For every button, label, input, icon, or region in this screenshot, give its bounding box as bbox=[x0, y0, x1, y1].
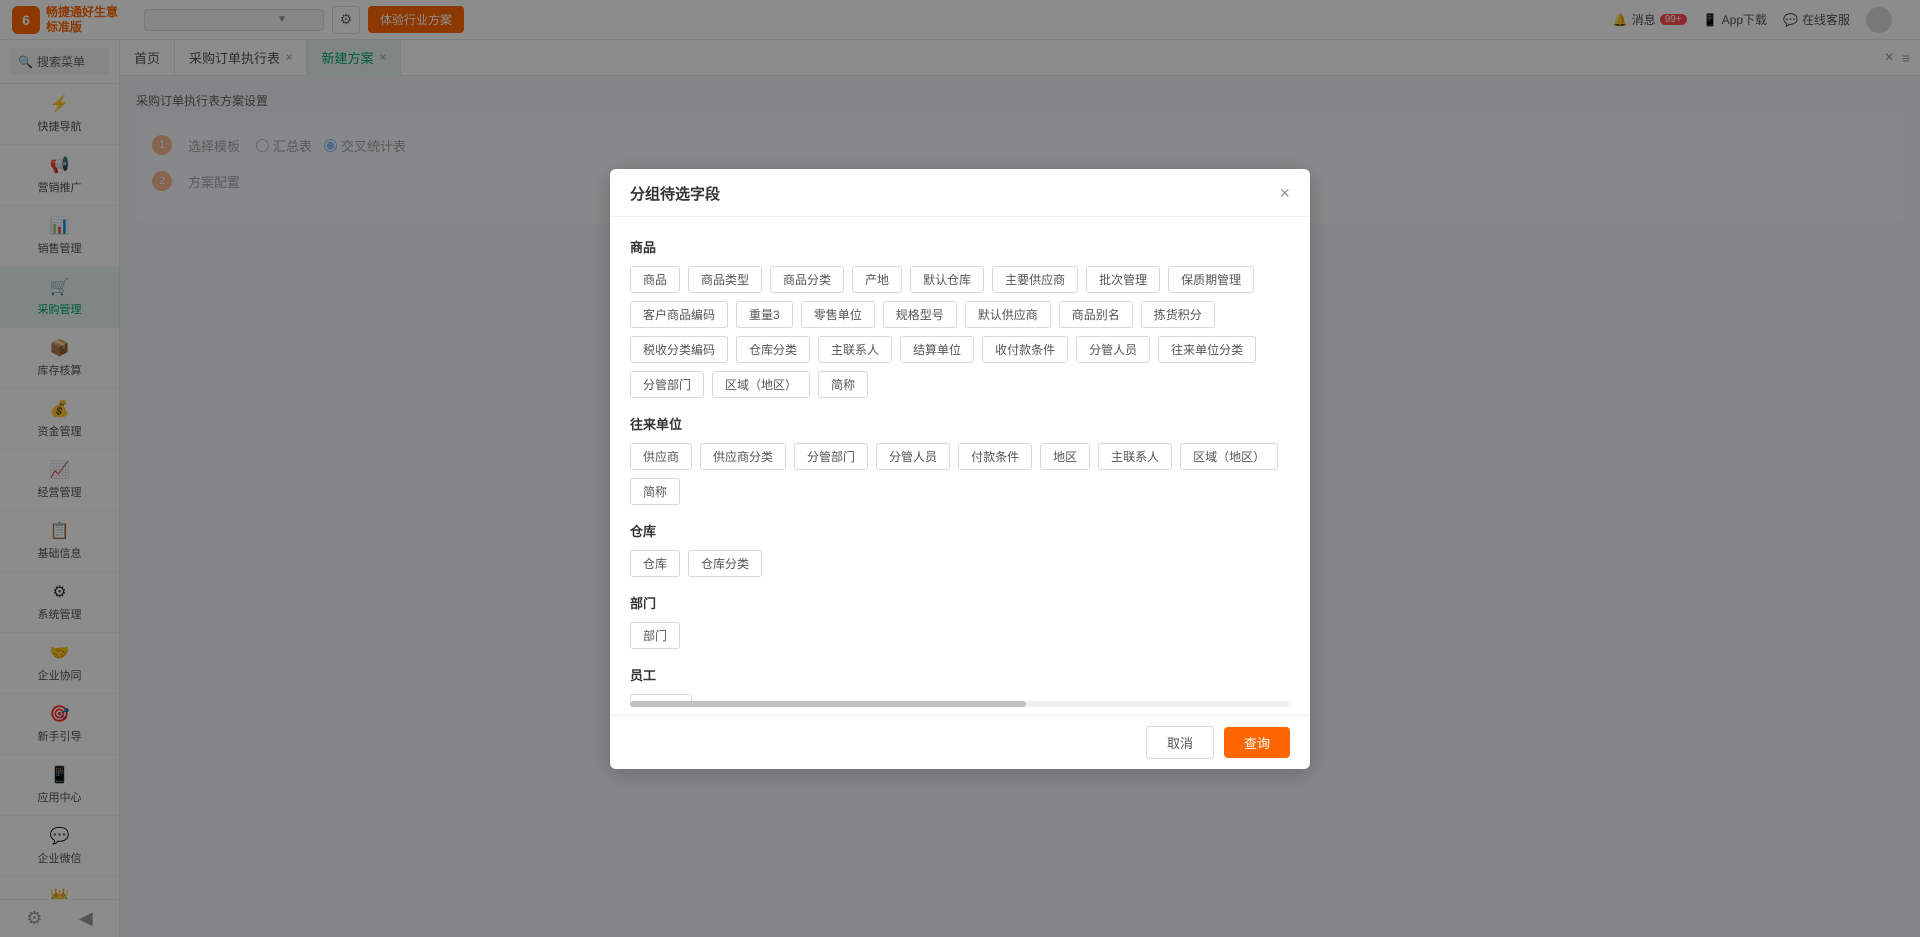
tag-item[interactable]: 客户商品编码 bbox=[630, 301, 728, 328]
modal-body: 商品 商品商品类型商品分类产地默认仓库主要供应商批次管理保质期管理客户商品编码重… bbox=[610, 217, 1310, 701]
tag-item[interactable]: 地区 bbox=[1040, 443, 1090, 470]
confirm-button[interactable]: 查询 bbox=[1224, 727, 1290, 758]
tag-item[interactable]: 简称 bbox=[818, 371, 868, 398]
tag-item[interactable]: 简称 bbox=[630, 478, 680, 505]
tag-item[interactable]: 区域（地区） bbox=[1180, 443, 1278, 470]
tag-item[interactable]: 默认供应商 bbox=[965, 301, 1051, 328]
modal-hscrollbar-thumb bbox=[630, 701, 1026, 707]
tag-item[interactable]: 仓库分类 bbox=[688, 550, 762, 577]
tag-item[interactable]: 保质期管理 bbox=[1168, 266, 1254, 293]
tag-item[interactable]: 批次管理 bbox=[1086, 266, 1160, 293]
modal-hscrollbar[interactable] bbox=[630, 701, 1290, 707]
tag-item[interactable]: 区域（地区） bbox=[712, 371, 810, 398]
section-title-partner: 往来单位 bbox=[630, 414, 1290, 433]
tag-item[interactable]: 商品 bbox=[630, 266, 680, 293]
tag-group-goods: 商品商品类型商品分类产地默认仓库主要供应商批次管理保质期管理客户商品编码重量3 零… bbox=[630, 266, 1290, 398]
tag-item[interactable]: 税收分类编码 bbox=[630, 336, 728, 363]
tag-item[interactable]: 结算单位 bbox=[900, 336, 974, 363]
tag-group-partner: 供应商供应商分类分管部门分管人员付款条件地区主联系人区域（地区） 简称 bbox=[630, 443, 1290, 505]
tag-item[interactable]: 部门 bbox=[630, 622, 680, 649]
tag-item[interactable]: 商品别名 bbox=[1059, 301, 1133, 328]
tag-item[interactable]: 分管部门 bbox=[630, 371, 704, 398]
tag-item[interactable]: 收付款条件 bbox=[982, 336, 1068, 363]
tag-item[interactable]: 分管人员 bbox=[1076, 336, 1150, 363]
modal-header: 分组待选字段 × bbox=[610, 169, 1310, 217]
tag-item[interactable]: 供应商 bbox=[630, 443, 692, 470]
tag-item[interactable]: 主联系人 bbox=[1098, 443, 1172, 470]
tag-item[interactable]: 拣货积分 bbox=[1141, 301, 1215, 328]
tag-item[interactable]: 默认仓库 bbox=[910, 266, 984, 293]
tag-item[interactable]: 仓库分类 bbox=[736, 336, 810, 363]
tag-item[interactable]: 付款条件 bbox=[958, 443, 1032, 470]
cancel-button[interactable]: 取消 bbox=[1146, 726, 1214, 759]
tag-item[interactable]: 往来单位分类 bbox=[1158, 336, 1256, 363]
tag-item[interactable]: 供应商分类 bbox=[700, 443, 786, 470]
tag-item[interactable]: 业务员 bbox=[630, 694, 692, 701]
tag-item[interactable]: 规格型号 bbox=[883, 301, 957, 328]
section-title-department: 部门 bbox=[630, 593, 1290, 612]
section-title-warehouse: 仓库 bbox=[630, 521, 1290, 540]
field-select-modal: 分组待选字段 × 商品 商品商品类型商品分类产地默认仓库主要供应商批次管理保质期… bbox=[610, 169, 1310, 769]
tag-item[interactable]: 商品类型 bbox=[688, 266, 762, 293]
section-title-goods: 商品 bbox=[630, 237, 1290, 256]
tag-group-employee: 业务员 bbox=[630, 694, 1290, 701]
tag-group-department: 部门 bbox=[630, 622, 1290, 649]
tag-item[interactable]: 仓库 bbox=[630, 550, 680, 577]
modal-title: 分组待选字段 bbox=[630, 183, 720, 204]
section-title-employee: 员工 bbox=[630, 665, 1290, 684]
modal-footer: 取消 查询 bbox=[610, 715, 1310, 769]
tag-item[interactable]: 主要供应商 bbox=[992, 266, 1078, 293]
tag-item[interactable]: 重量3 bbox=[736, 301, 793, 328]
tag-group-warehouse: 仓库仓库分类 bbox=[630, 550, 1290, 577]
tag-item[interactable]: 商品分类 bbox=[770, 266, 844, 293]
tag-item[interactable]: 零售单位 bbox=[801, 301, 875, 328]
tag-item[interactable]: 分管人员 bbox=[876, 443, 950, 470]
tag-item[interactable]: 产地 bbox=[852, 266, 902, 293]
tag-item[interactable]: 主联系人 bbox=[818, 336, 892, 363]
modal-close-icon[interactable]: × bbox=[1279, 184, 1290, 202]
tag-item[interactable]: 分管部门 bbox=[794, 443, 868, 470]
modal-overlay: 分组待选字段 × 商品 商品商品类型商品分类产地默认仓库主要供应商批次管理保质期… bbox=[0, 0, 1920, 937]
